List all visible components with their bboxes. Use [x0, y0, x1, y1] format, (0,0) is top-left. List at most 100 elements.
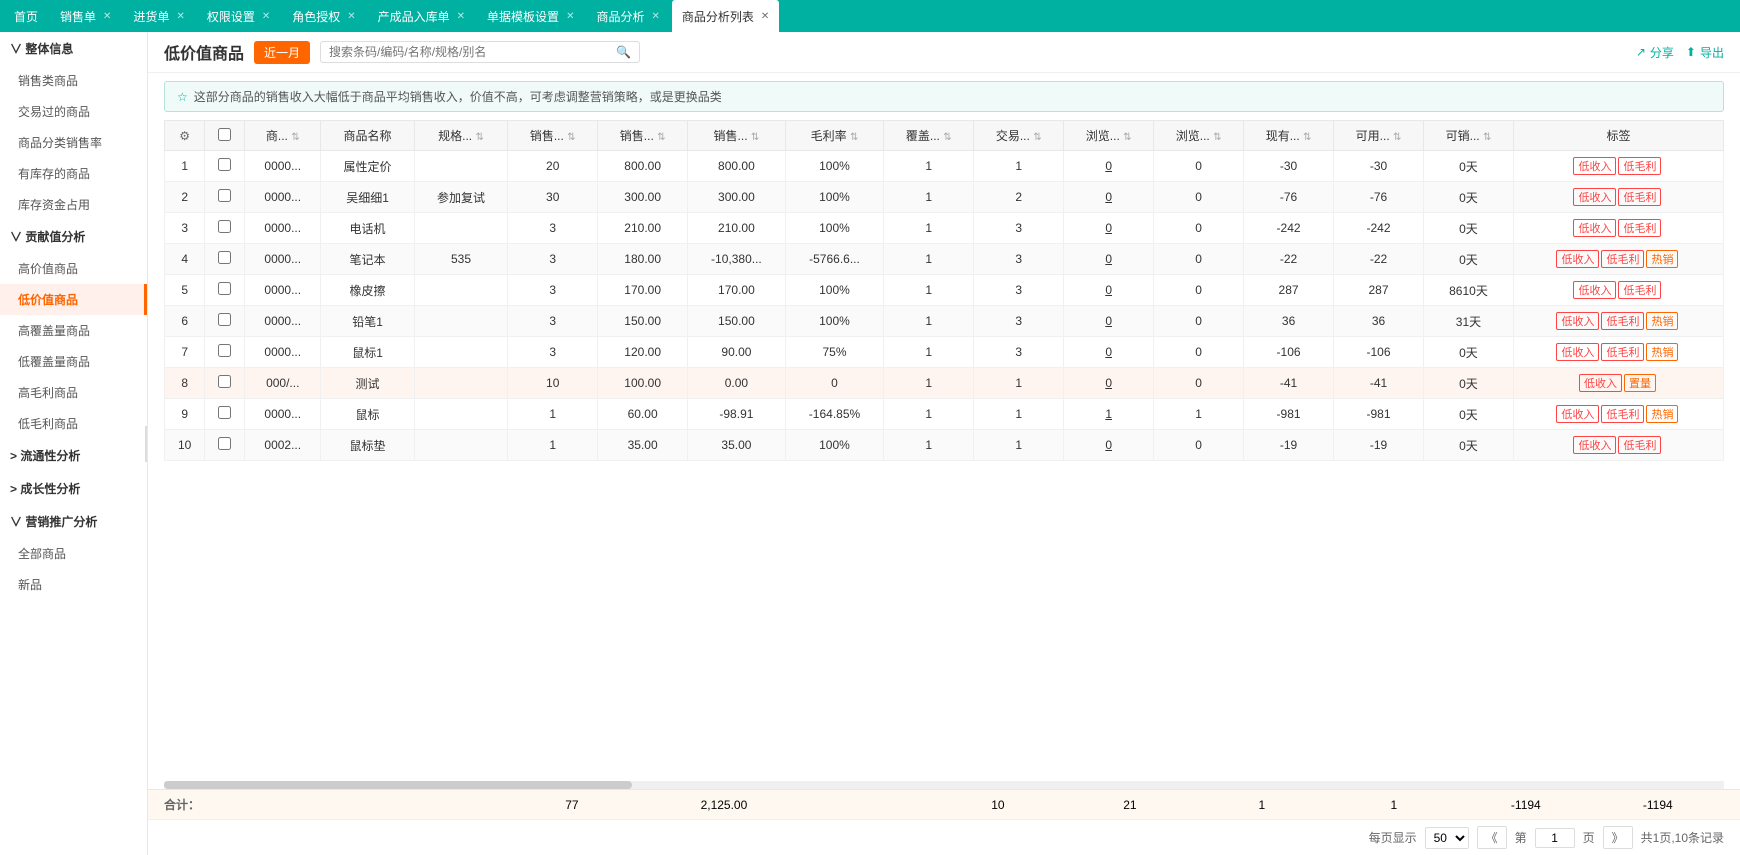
cell-check[interactable]: [205, 151, 245, 182]
view-link[interactable]: 0: [1105, 376, 1112, 390]
nav-close-商品分析列表[interactable]: ✕: [761, 11, 769, 22]
sidebar-item-交易过的商品[interactable]: 交易过的商品: [0, 96, 147, 127]
view-link[interactable]: 0: [1105, 314, 1112, 328]
cell-stock2: -30: [1334, 151, 1424, 182]
view-link[interactable]: 0: [1105, 252, 1112, 266]
scrollbar-thumb[interactable]: [164, 781, 632, 789]
export-btn[interactable]: ⬆ 导出: [1686, 44, 1724, 61]
cell-tags: 低收入低毛利: [1513, 213, 1723, 244]
view-link[interactable]: 0: [1105, 345, 1112, 359]
sidebar-group-流通性分析[interactable]: > 流通性分析: [0, 439, 147, 472]
row-checkbox[interactable]: [218, 437, 231, 450]
footer-cover: 10: [968, 798, 1028, 812]
view-link[interactable]: 0: [1105, 190, 1112, 204]
view-link[interactable]: 0: [1105, 438, 1112, 452]
row-checkbox[interactable]: [218, 375, 231, 388]
nav-close-商品分析[interactable]: ✕: [651, 11, 659, 22]
cell-view1[interactable]: 0: [1064, 244, 1154, 275]
view-link[interactable]: 1: [1105, 407, 1112, 421]
nav-item-商品分析列表[interactable]: 商品分析列表✕: [672, 0, 779, 32]
scrollbar-area[interactable]: [164, 781, 1724, 789]
page-input[interactable]: [1535, 828, 1575, 848]
nav-close-权限设置[interactable]: ✕: [262, 11, 270, 22]
search-box[interactable]: 🔍: [320, 41, 640, 63]
nav-close-产成品入库单[interactable]: ✕: [457, 11, 465, 22]
cell-check[interactable]: [205, 430, 245, 461]
nav-item-单据模板设置[interactable]: 单据模板设置✕: [477, 0, 584, 32]
row-checkbox[interactable]: [218, 158, 231, 171]
sidebar-item-低覆盖量商品[interactable]: 低覆盖量商品: [0, 346, 147, 377]
cell-name: 电话机: [321, 213, 414, 244]
row-checkbox[interactable]: [218, 282, 231, 295]
nav-item-进货单[interactable]: 进货单✕: [123, 0, 194, 32]
sidebar-group-成长性分析[interactable]: > 成长性分析: [0, 472, 147, 505]
cell-check[interactable]: [205, 306, 245, 337]
nav-close-进货单[interactable]: ✕: [176, 11, 184, 22]
row-checkbox[interactable]: [218, 313, 231, 326]
sidebar-item-商品分类销售率[interactable]: 商品分类销售率: [0, 127, 147, 158]
nav-close-销售单[interactable]: ✕: [103, 11, 111, 22]
sidebar-item-高价值商品[interactable]: 高价值商品: [0, 253, 147, 284]
cell-view1[interactable]: 0: [1064, 182, 1154, 213]
view-link[interactable]: 0: [1105, 159, 1112, 173]
page-size-select[interactable]: 50: [1425, 827, 1469, 849]
select-all-checkbox[interactable]: [218, 128, 231, 141]
sidebar-item-低价值商品[interactable]: 低价值商品: [0, 284, 147, 315]
cell-stock1: 287: [1244, 275, 1334, 306]
nav-item-权限设置[interactable]: 权限设置✕: [197, 0, 280, 32]
cell-check[interactable]: [205, 399, 245, 430]
sidebar-group-贡献值分析[interactable]: ∨ 贡献值分析: [0, 220, 147, 253]
next-page-btn[interactable]: 》: [1603, 826, 1633, 849]
cell-view1[interactable]: 0: [1064, 275, 1154, 306]
sidebar-item-高覆盖量商品[interactable]: 高覆盖量商品: [0, 315, 147, 346]
nav-item-角色授权[interactable]: 角色授权✕: [282, 0, 365, 32]
sidebar-item-高毛利商品[interactable]: 高毛利商品: [0, 377, 147, 408]
nav-close-角色授权[interactable]: ✕: [347, 11, 355, 22]
first-page-btn[interactable]: 《: [1477, 826, 1507, 849]
cell-sale3: 300.00: [688, 182, 786, 213]
row-checkbox[interactable]: [218, 251, 231, 264]
row-checkbox[interactable]: [218, 220, 231, 233]
nav-item-销售单[interactable]: 销售单✕: [50, 0, 121, 32]
cell-check[interactable]: [205, 244, 245, 275]
sidebar-collapse-btn[interactable]: ◀: [145, 426, 148, 462]
nav-item-商品分析[interactable]: 商品分析✕: [586, 0, 669, 32]
sidebar-item-新品[interactable]: 新品: [0, 569, 147, 600]
cell-view1[interactable]: 1: [1064, 399, 1154, 430]
row-checkbox[interactable]: [218, 344, 231, 357]
sidebar-item-全部商品[interactable]: 全部商品: [0, 538, 147, 569]
cell-view1[interactable]: 0: [1064, 213, 1154, 244]
sidebar-item-销售类商品[interactable]: 销售类商品: [0, 65, 147, 96]
cell-check[interactable]: [205, 213, 245, 244]
cell-check[interactable]: [205, 337, 245, 368]
tag-低毛利: 低毛利: [1601, 312, 1644, 330]
cell-view1[interactable]: 0: [1064, 151, 1154, 182]
view-link[interactable]: 0: [1105, 283, 1112, 297]
row-checkbox[interactable]: [218, 406, 231, 419]
cell-view1[interactable]: 0: [1064, 306, 1154, 337]
cell-check[interactable]: [205, 182, 245, 213]
sidebar-group-整体信息[interactable]: ∨ 整体信息: [0, 32, 147, 65]
sidebar-item-有库存的商品[interactable]: 有库存的商品: [0, 158, 147, 189]
row-checkbox[interactable]: [218, 189, 231, 202]
search-icon[interactable]: 🔍: [616, 45, 631, 59]
cell-view1[interactable]: 0: [1064, 368, 1154, 399]
filter-btn[interactable]: 近一月: [254, 41, 310, 64]
nav-item-产成品入库单[interactable]: 产成品入库单✕: [368, 0, 475, 32]
cell-stock1: -242: [1244, 213, 1334, 244]
cell-view1[interactable]: 0: [1064, 430, 1154, 461]
sidebar-item-库存资金占用[interactable]: 库存资金占用: [0, 189, 147, 220]
view-link[interactable]: 0: [1105, 221, 1112, 235]
cell-check[interactable]: [205, 368, 245, 399]
nav-close-单据模板设置[interactable]: ✕: [566, 11, 574, 22]
th-gear[interactable]: ⚙: [165, 121, 205, 151]
share-btn[interactable]: ↗ 分享: [1636, 44, 1674, 61]
sidebar-item-低毛利商品[interactable]: 低毛利商品: [0, 408, 147, 439]
cell-sale1: 20: [508, 151, 598, 182]
nav-item-首页[interactable]: 首页: [4, 0, 48, 32]
cell-check[interactable]: [205, 275, 245, 306]
tag-低收入: 低收入: [1573, 436, 1616, 454]
search-input[interactable]: [329, 45, 611, 59]
cell-view1[interactable]: 0: [1064, 337, 1154, 368]
sidebar-group-营销推广分析[interactable]: ∨ 营销推广分析: [0, 505, 147, 538]
